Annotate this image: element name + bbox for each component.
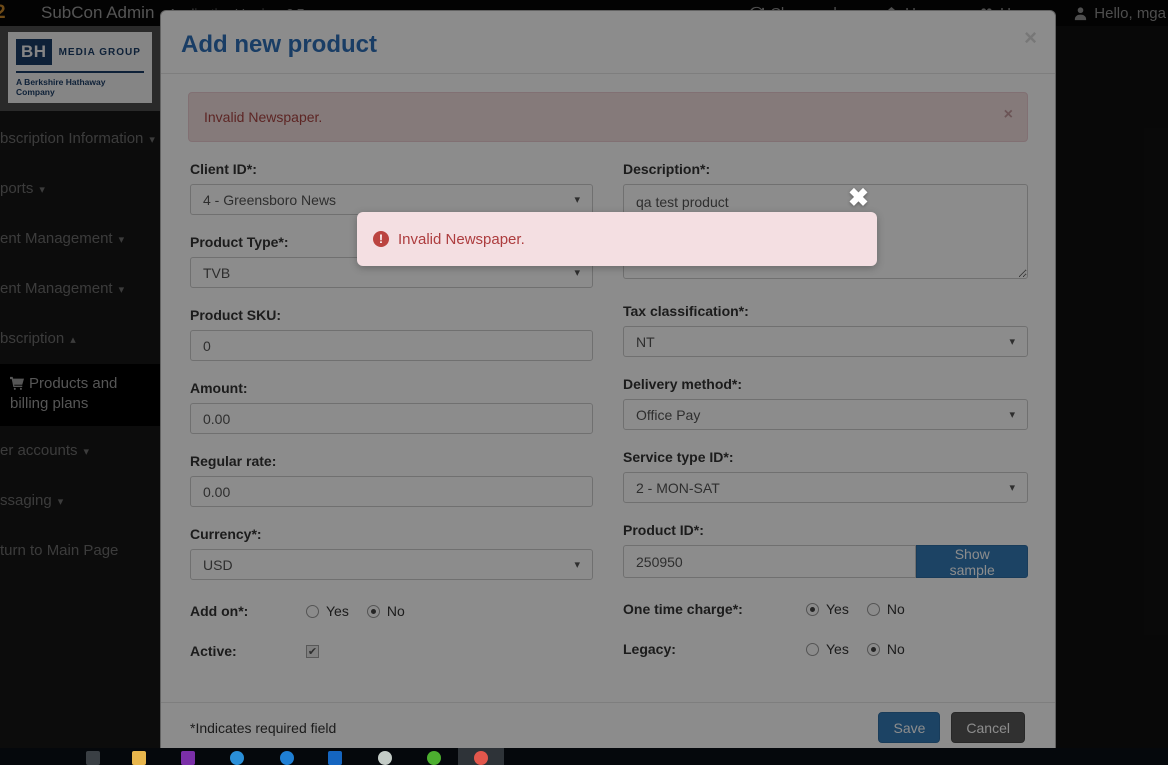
taskbar xyxy=(0,748,1168,765)
error-toast[interactable]: ! Invalid Newspaper. xyxy=(357,212,877,266)
taskbar-app-icon[interactable] xyxy=(181,751,195,765)
taskbar-app-icon[interactable] xyxy=(474,751,488,765)
folder-icon[interactable] xyxy=(132,751,146,765)
error-toast-text: Invalid Newspaper. xyxy=(398,230,525,248)
error-icon: ! xyxy=(373,231,389,247)
taskbar-app-icon[interactable] xyxy=(86,751,100,765)
taskbar-app-icon[interactable] xyxy=(378,751,392,765)
taskbar-app-icon[interactable] xyxy=(230,751,244,765)
taskbar-app-icon[interactable] xyxy=(280,751,294,765)
dim-overlay xyxy=(0,0,1168,765)
toast-close-icon[interactable]: ✖ xyxy=(848,183,869,213)
taskbar-app-icon[interactable] xyxy=(328,751,342,765)
taskbar-app-icon[interactable] xyxy=(427,751,441,765)
